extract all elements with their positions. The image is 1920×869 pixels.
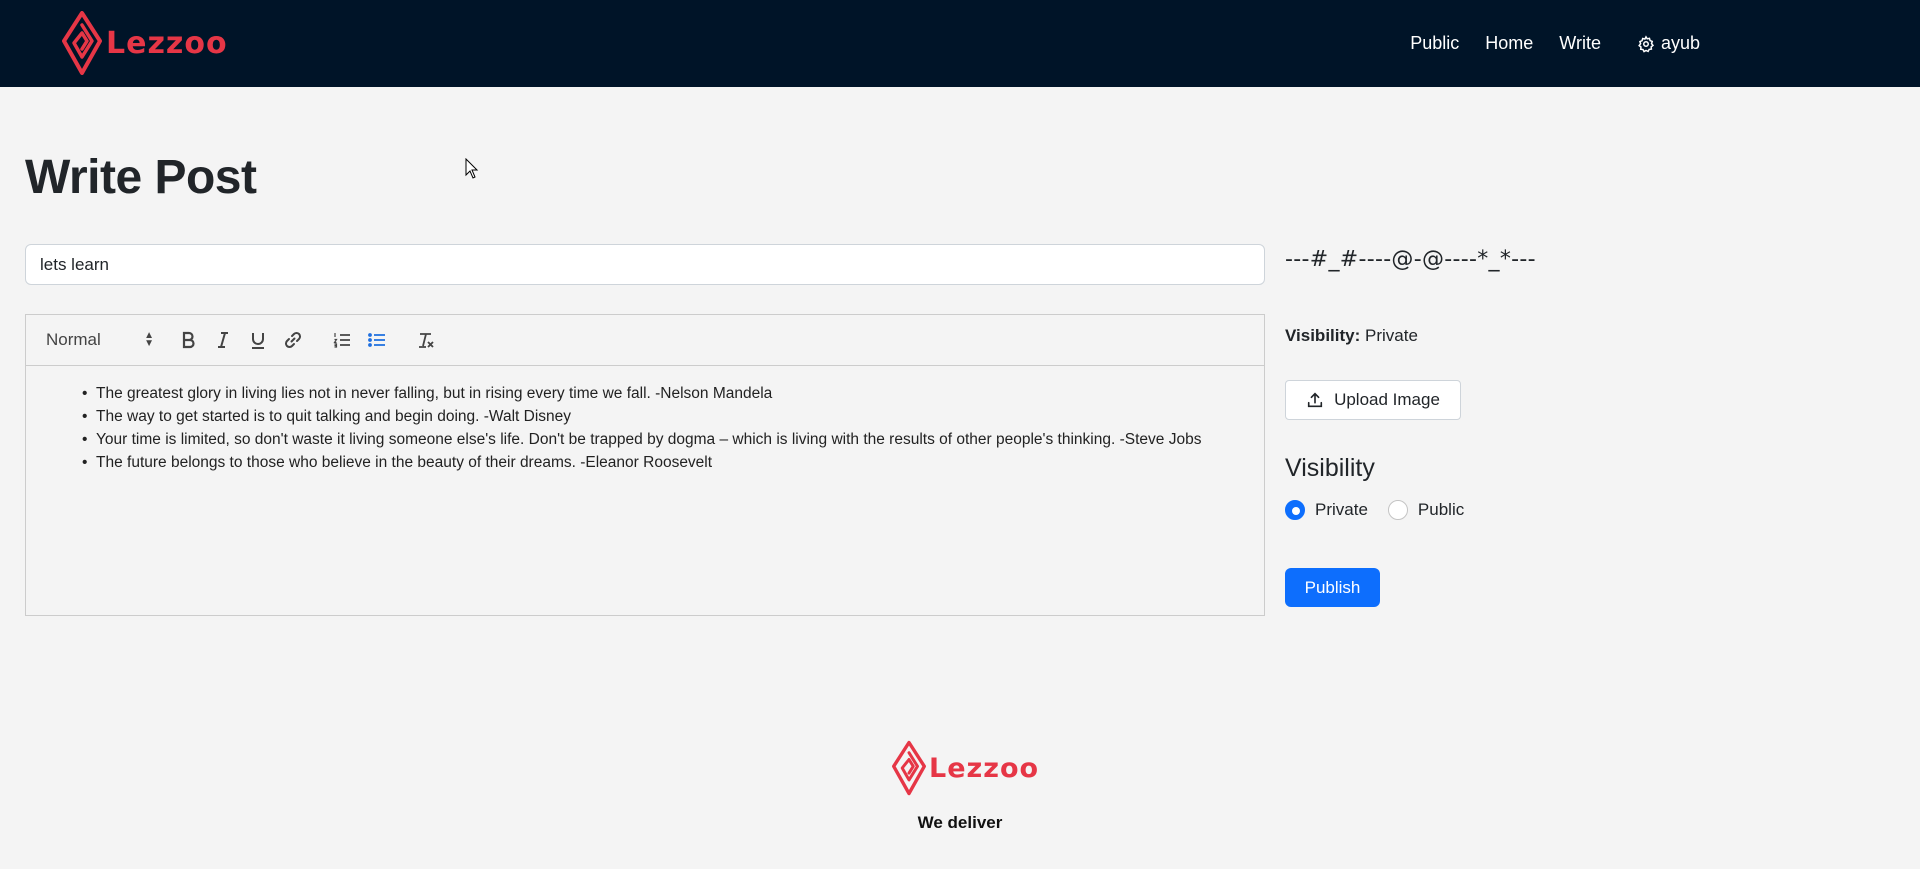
format-select[interactable]: Normal ▲ ▼ xyxy=(46,330,154,350)
brand-logo[interactable]: Lezzoo xyxy=(62,11,228,75)
clear-format-icon xyxy=(418,333,434,348)
bullet-list: The greatest glory in living lies not in… xyxy=(82,382,1224,474)
list-item: The greatest glory in living lies not in… xyxy=(82,382,1224,405)
ordered-list-button[interactable] xyxy=(324,325,359,355)
nav-username: ayub xyxy=(1660,33,1700,53)
nav-link-write[interactable]: Write xyxy=(1559,33,1601,54)
upload-image-label: Upload Image xyxy=(1334,390,1440,409)
format-select-value: Normal xyxy=(46,330,101,349)
radio-private-circle[interactable] xyxy=(1285,500,1305,520)
visibility-status: Visibility: Private xyxy=(1285,326,1418,346)
list-item: Your time is limited, so don't waste it … xyxy=(82,428,1224,451)
gear-icon xyxy=(1638,34,1654,53)
footer-brand-name: Lezzoo xyxy=(929,752,1040,784)
italic-icon xyxy=(217,332,228,348)
clear-format-button[interactable] xyxy=(408,325,443,355)
rich-text-editor: Normal ▲ ▼ • The greatest glory in livin… xyxy=(25,314,1265,616)
list-item: The way to get started is to quit talkin… xyxy=(82,405,1224,428)
publish-button[interactable]: Publish xyxy=(1285,568,1380,607)
link-icon xyxy=(284,331,301,349)
link-button[interactable] xyxy=(275,325,310,355)
nav-user-menu[interactable]: ayub xyxy=(1637,33,1700,54)
lezzoo-logo-icon xyxy=(62,11,102,75)
ordered-list-icon xyxy=(332,333,350,348)
footer-tagline: We deliver xyxy=(917,813,1003,832)
visibility-heading: Visibility xyxy=(1285,454,1375,482)
bullet-list-icon xyxy=(367,333,385,347)
brand-name: Lezzoo xyxy=(106,25,228,61)
bullet-list-button[interactable] xyxy=(359,325,394,355)
nav-link-public[interactable]: Public xyxy=(1410,33,1459,54)
mouse-cursor-icon xyxy=(465,158,479,179)
upload-icon xyxy=(1307,392,1323,408)
nav-links: Public Home Write ayub xyxy=(1410,0,1700,87)
radio-public-circle[interactable] xyxy=(1387,500,1408,520)
upload-image-button[interactable]: Upload Image xyxy=(1285,380,1461,420)
underline-button[interactable] xyxy=(240,325,275,355)
radio-private-label: Private xyxy=(1315,500,1368,519)
radio-private[interactable]: Private xyxy=(1285,500,1368,520)
visibility-status-value: Private xyxy=(1365,326,1418,345)
top-navbar: Lezzoo Public Home Write ayub xyxy=(0,0,1920,87)
editor-toolbar: Normal ▲ ▼ xyxy=(25,314,1265,366)
list-item: The future belongs to those who believe … xyxy=(82,451,1224,474)
radio-public-label: Public xyxy=(1417,500,1465,519)
select-arrows-icon: ▲ ▼ xyxy=(144,330,154,349)
editor-content[interactable]: The greatest glory in living lies not in… xyxy=(25,366,1265,616)
footer-logo: Lezzoo xyxy=(892,740,1039,796)
post-title-input[interactable] xyxy=(25,244,1265,285)
visibility-status-label: Visibility: xyxy=(1285,326,1361,345)
page-title: Write Post xyxy=(25,151,257,204)
italic-button[interactable] xyxy=(205,325,240,355)
bold-icon xyxy=(182,331,195,349)
visibility-radio-group: Private Public xyxy=(1285,500,1484,520)
decorative-scramble-text: ---#_#----@-@----*_*--- xyxy=(1285,247,1536,272)
bold-button[interactable] xyxy=(170,325,205,355)
nav-link-home[interactable]: Home xyxy=(1485,33,1533,54)
underline-icon xyxy=(251,333,264,349)
lezzoo-logo-icon xyxy=(892,740,926,796)
radio-public[interactable]: Public xyxy=(1387,500,1465,520)
